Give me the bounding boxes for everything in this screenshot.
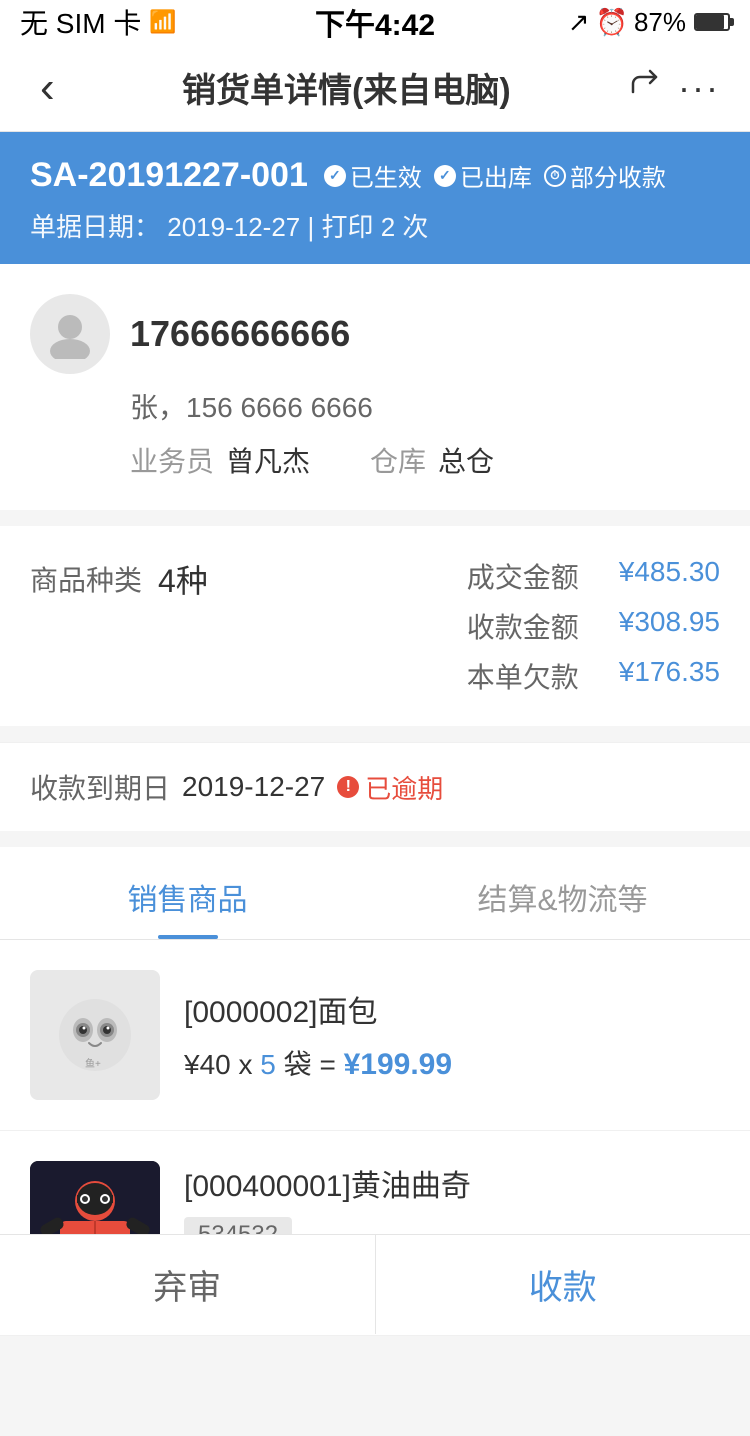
- amounts: 成交金额 ¥485.30 收款金额 ¥308.95 本单欠款 ¥176.35: [467, 556, 720, 696]
- tab-settlement[interactable]: 结算&物流等: [375, 847, 750, 939]
- nav-bar: ‹ 销货单详情(来自电脑) ···: [0, 44, 750, 132]
- warehouse-info: 仓库 总仓: [370, 440, 494, 480]
- avatar: [30, 294, 110, 374]
- summary-grid: 商品种类 4种 成交金额 ¥485.30 收款金额 ¥308.95 本单欠款 ¥…: [30, 556, 720, 696]
- badge-partial: ⏱ 部分收款: [544, 158, 666, 193]
- battery-icon: [694, 13, 730, 31]
- overdue-icon: !: [337, 776, 359, 798]
- status-carrier: 无 SIM 卡 📶: [20, 2, 177, 42]
- status-time: 下午4:42: [315, 0, 435, 44]
- product-thumb-1: 鱼+: [30, 970, 160, 1100]
- divider-1: [0, 510, 750, 526]
- alarm-icon: ⏰: [596, 7, 628, 38]
- pay-button[interactable]: 收款: [376, 1235, 750, 1334]
- customer-id: 17666666666: [130, 313, 350, 355]
- wifi-icon: 📶: [149, 9, 176, 35]
- battery-percent: 87%: [634, 7, 686, 38]
- product-name-2: [000400001]黄油曲奇: [184, 1161, 720, 1205]
- page-title: 销货单详情(来自电脑): [182, 63, 511, 112]
- tabs-section: 销售商品 结算&物流等: [0, 847, 750, 940]
- tab-sales-products[interactable]: 销售商品: [0, 847, 375, 939]
- cancel-button[interactable]: 弃审: [0, 1235, 376, 1334]
- due-section: 收款到期日 2019-12-27 ! 已逾期: [0, 742, 750, 831]
- overdue-badge: ! 已逾期: [337, 769, 443, 806]
- status-badges: ✓ 已生效 ✓ 已出库 ⏱ 部分收款: [324, 158, 666, 193]
- customer-row: 17666666666: [30, 294, 720, 374]
- customer-detail: 张，156 6666 6666: [130, 386, 720, 426]
- nav-actions: ···: [628, 67, 720, 109]
- collected-row: 收款金额 ¥308.95: [467, 606, 720, 646]
- location-icon: ↗: [568, 7, 590, 38]
- product-info-1: [0000002]面包 ¥40 x 5 袋 = ¥199.99: [184, 970, 720, 1100]
- product-name-1: [0000002]面包: [184, 987, 720, 1031]
- order-id: SA-20191227-001: [30, 156, 308, 195]
- back-button[interactable]: ‹: [30, 53, 65, 123]
- active-icon: ✓: [324, 165, 346, 187]
- product-types: 商品种类 4种: [30, 556, 208, 602]
- banner-date: 单据日期： 2019-12-27 | 打印 2 次: [30, 207, 720, 244]
- product-price-1: ¥40 x 5 袋 = ¥199.99: [184, 1043, 720, 1083]
- summary-section: 商品种类 4种 成交金额 ¥485.30 收款金额 ¥308.95 本单欠款 ¥…: [0, 526, 750, 726]
- deal-amount-row: 成交金额 ¥485.30: [467, 556, 720, 596]
- svg-text:鱼+: 鱼+: [85, 1057, 101, 1070]
- share-button[interactable]: [628, 69, 658, 107]
- more-button[interactable]: ···: [678, 67, 720, 109]
- partial-icon: ⏱: [544, 165, 566, 187]
- owl-icon: 鱼+: [30, 970, 160, 1100]
- badge-active: ✓ 已生效: [324, 158, 422, 193]
- status-right: ↗ ⏰ 87%: [568, 7, 730, 38]
- salesperson-info: 业务员 曾凡杰: [130, 440, 310, 480]
- shipped-icon: ✓: [434, 165, 456, 187]
- tabs-row: 销售商品 结算&物流等: [0, 847, 750, 940]
- customer-info-row: 业务员 曾凡杰 仓库 总仓: [130, 440, 720, 480]
- status-bar: 无 SIM 卡 📶 下午4:42 ↗ ⏰ 87%: [0, 0, 750, 44]
- customer-section: 17666666666 张，156 6666 6666 业务员 曾凡杰 仓库 总…: [0, 264, 750, 510]
- bottom-bar: 弃审 收款: [0, 1234, 750, 1334]
- banner-top: SA-20191227-001 ✓ 已生效 ✓ 已出库 ⏱ 部分收款: [30, 156, 720, 195]
- badge-shipped: ✓ 已出库: [434, 158, 532, 193]
- owed-row: 本单欠款 ¥176.35: [467, 656, 720, 696]
- table-row[interactable]: 鱼+ [0000002]面包 ¥40 x 5 袋 = ¥199.99: [0, 940, 750, 1131]
- header-banner: SA-20191227-001 ✓ 已生效 ✓ 已出库 ⏱ 部分收款 单据日期：…: [0, 132, 750, 264]
